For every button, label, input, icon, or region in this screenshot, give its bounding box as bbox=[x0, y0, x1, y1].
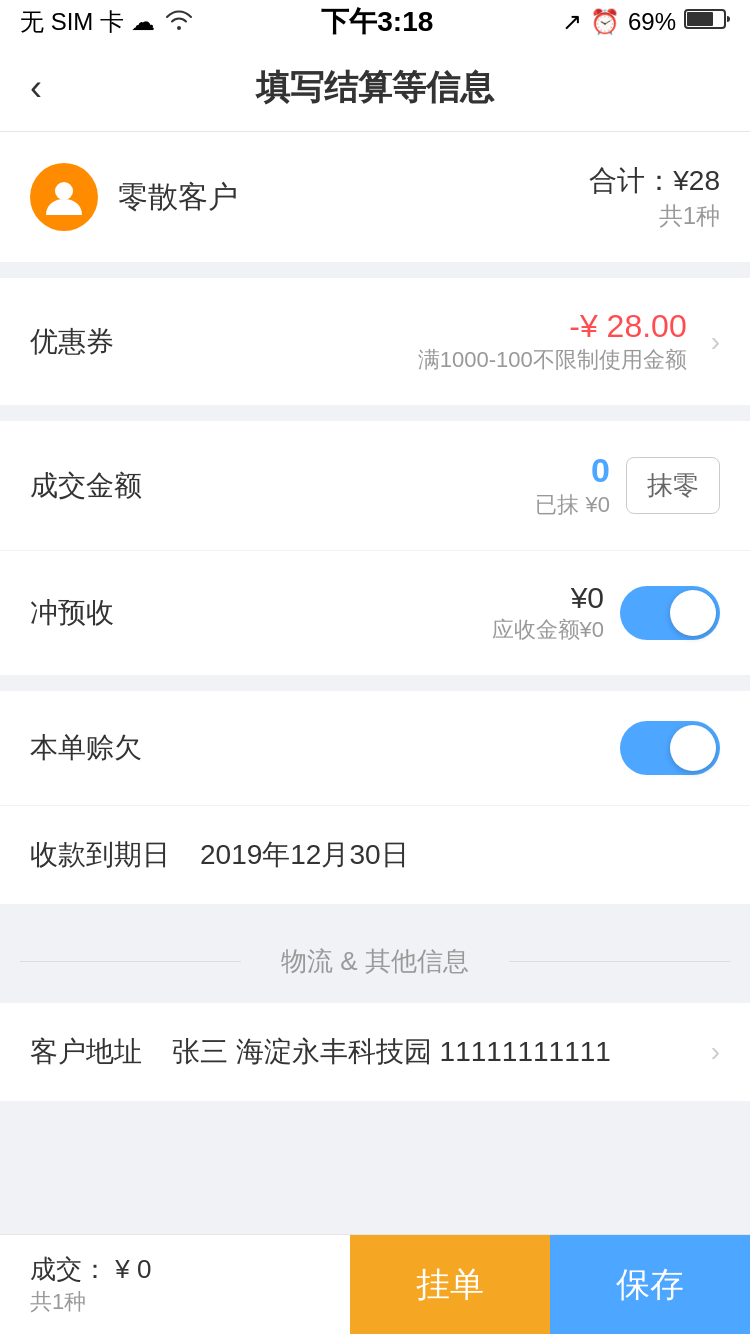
bottom-deal-label: 成交： bbox=[30, 1254, 108, 1284]
coupon-sub: 满1000-100不限制使用金额 bbox=[418, 345, 687, 375]
page-title: 填写结算等信息 bbox=[256, 65, 494, 111]
status-right: ↗ ⏰ 69% bbox=[562, 8, 730, 36]
address-value: 张三 海淀永丰科技园 11111111111 bbox=[172, 1033, 703, 1071]
debit-toggle[interactable] bbox=[620, 721, 720, 775]
status-time: 下午3:18 bbox=[321, 3, 433, 41]
address-chevron-icon: › bbox=[711, 1036, 720, 1068]
status-left: 无 SIM 卡 ☁ bbox=[20, 6, 193, 38]
status-bar: 无 SIM 卡 ☁ 下午3:18 ↗ ⏰ 69% bbox=[0, 0, 750, 44]
alarm-icon: ⏰ bbox=[590, 8, 620, 36]
svg-rect-1 bbox=[687, 12, 713, 26]
svg-point-2 bbox=[55, 182, 73, 200]
debit-right bbox=[620, 721, 720, 775]
coupon-row[interactable]: 优惠券 -¥ 28.00 满1000-100不限制使用金额 › bbox=[0, 278, 750, 405]
prepayment-right: ¥0 应收金额¥0 bbox=[492, 581, 720, 645]
due-date-row: 收款到期日 2019年12月30日 bbox=[0, 806, 750, 904]
bottom-deal-row: 成交： ¥ 0 bbox=[30, 1252, 320, 1287]
customer-left: 零散客户 bbox=[30, 163, 238, 231]
wifi-icon bbox=[165, 8, 193, 36]
transaction-card: 成交金额 已抹 ¥0 抹零 冲预收 ¥0 应收金额¥0 bbox=[0, 421, 750, 675]
bottom-summary: 成交： ¥ 0 共1种 bbox=[0, 1252, 350, 1317]
customer-summary: 合计：¥28 共1种 bbox=[589, 162, 720, 232]
prepayment-sub: 应收金额¥0 bbox=[492, 615, 604, 645]
hang-button[interactable]: 挂单 bbox=[350, 1235, 550, 1335]
transaction-sub: 已抹 ¥0 bbox=[510, 490, 610, 520]
due-date-value[interactable]: 2019年12月30日 bbox=[200, 836, 409, 874]
bottom-bar: 成交： ¥ 0 共1种 挂单 保存 bbox=[0, 1234, 750, 1334]
transaction-label: 成交金额 bbox=[30, 467, 142, 505]
customer-row: 零散客户 合计：¥28 共1种 bbox=[0, 132, 750, 262]
transaction-right: 已抹 ¥0 抹零 bbox=[510, 451, 720, 520]
coupon-right: -¥ 28.00 满1000-100不限制使用金额 › bbox=[418, 308, 720, 375]
save-button[interactable]: 保存 bbox=[550, 1235, 750, 1335]
prepayment-toggle-slider bbox=[620, 586, 720, 640]
bottom-count: 共1种 bbox=[30, 1287, 320, 1317]
customer-name: 零散客户 bbox=[118, 177, 238, 218]
round-zero-button[interactable]: 抹零 bbox=[626, 457, 720, 514]
prepayment-row: 冲预收 ¥0 应收金额¥0 bbox=[0, 551, 750, 675]
customer-card: 零散客户 合计：¥28 共1种 bbox=[0, 132, 750, 262]
due-date-label: 收款到期日 bbox=[30, 836, 170, 874]
bottom-deal-amount: ¥ 0 bbox=[115, 1254, 151, 1284]
no-sim-label: 无 SIM 卡 ☁ bbox=[20, 6, 155, 38]
battery-label: 69% bbox=[628, 8, 676, 36]
address-card: 客户地址 张三 海淀永丰科技园 11111111111 › bbox=[0, 1003, 750, 1101]
debit-card: 本单赊欠 收款到期日 2019年12月30日 bbox=[0, 691, 750, 904]
total-count: 共1种 bbox=[589, 200, 720, 232]
address-label: 客户地址 bbox=[30, 1033, 142, 1071]
address-row[interactable]: 客户地址 张三 海淀永丰科技园 11111111111 › bbox=[0, 1003, 750, 1101]
back-button[interactable]: ‹ bbox=[30, 67, 42, 109]
battery-icon bbox=[684, 8, 730, 36]
debit-toggle-slider bbox=[620, 721, 720, 775]
transaction-row: 成交金额 已抹 ¥0 抹零 bbox=[0, 421, 750, 551]
location-icon: ↗ bbox=[562, 8, 582, 36]
prepayment-toggle[interactable] bbox=[620, 586, 720, 640]
nav-bar: ‹ 填写结算等信息 bbox=[0, 44, 750, 132]
coupon-card: 优惠券 -¥ 28.00 满1000-100不限制使用金额 › bbox=[0, 278, 750, 405]
coupon-discount: -¥ 28.00 bbox=[418, 308, 687, 345]
debit-row: 本单赊欠 bbox=[0, 691, 750, 806]
logistics-section-label: 物流 & 其他信息 bbox=[0, 920, 750, 1003]
prepayment-value: ¥0 bbox=[492, 581, 604, 615]
total-amount: 合计：¥28 bbox=[589, 162, 720, 200]
prepayment-label: 冲预收 bbox=[30, 594, 114, 632]
customer-avatar bbox=[30, 163, 98, 231]
debit-label: 本单赊欠 bbox=[30, 729, 142, 767]
transaction-amount-input[interactable] bbox=[510, 451, 610, 490]
coupon-chevron-icon: › bbox=[711, 326, 720, 358]
coupon-label: 优惠券 bbox=[30, 323, 114, 361]
